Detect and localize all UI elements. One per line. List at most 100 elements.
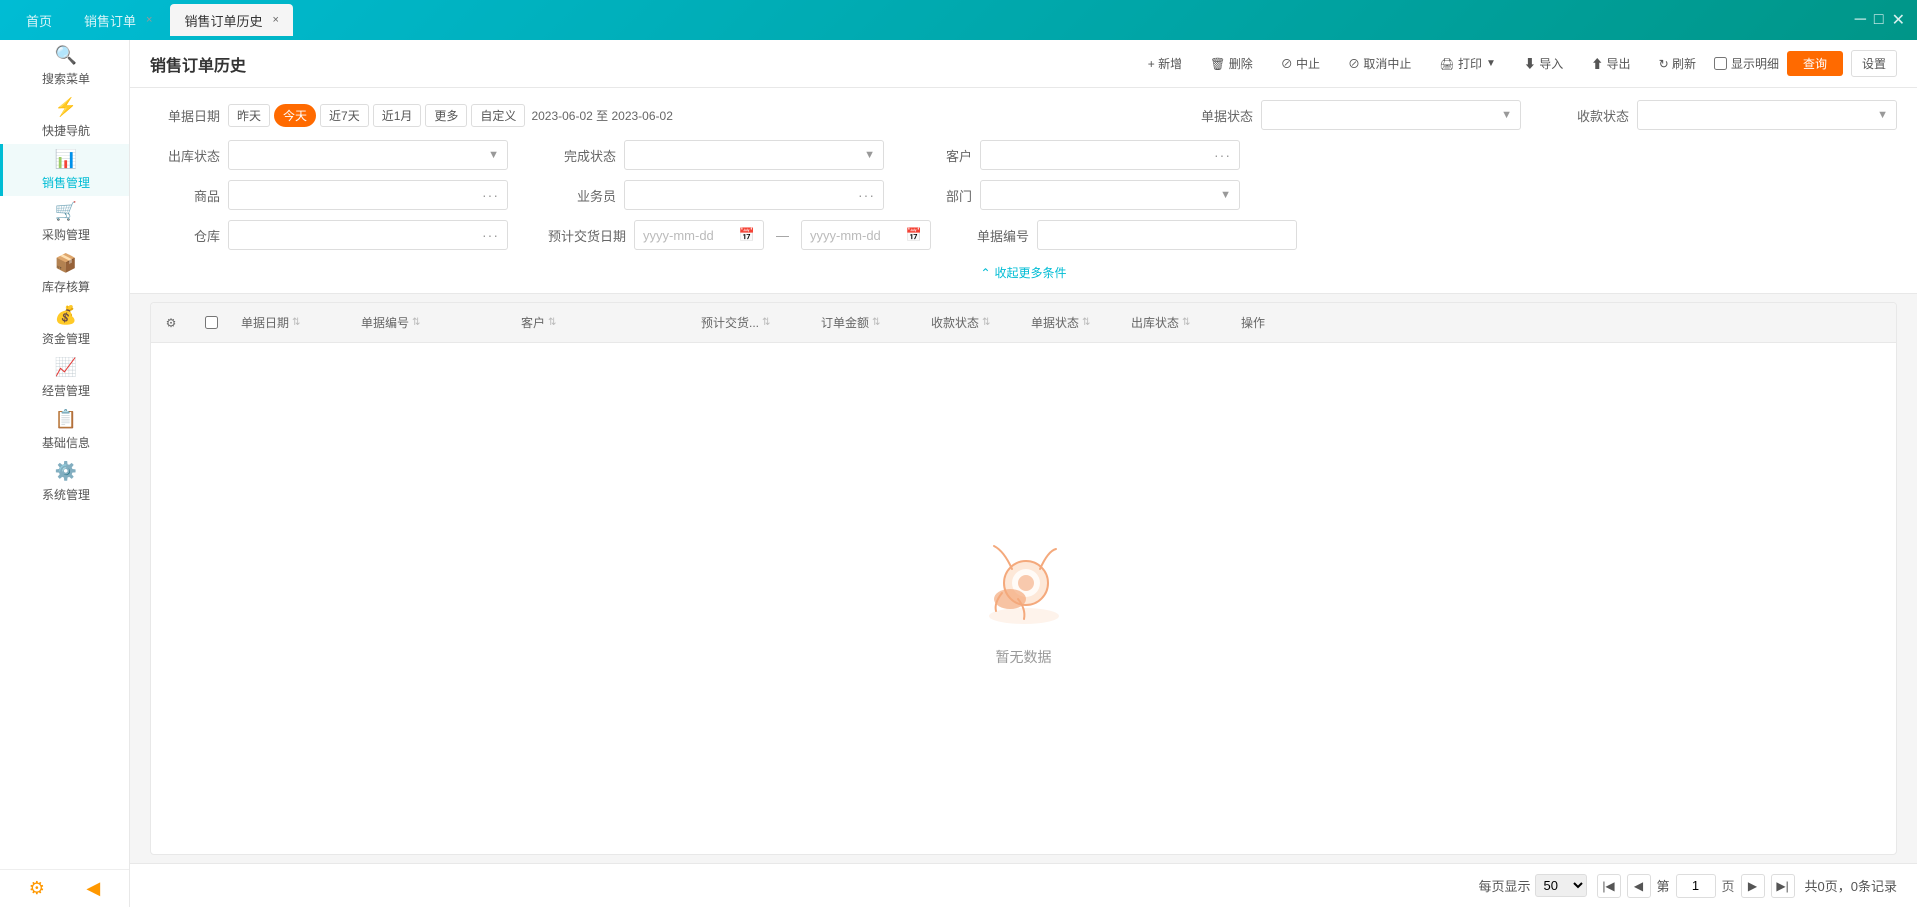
empty-icon (974, 531, 1074, 631)
warehouse-dots[interactable]: ··· (482, 227, 499, 243)
dept-input[interactable]: ▼ (980, 180, 1240, 210)
query-button[interactable]: 查询 (1787, 51, 1843, 76)
date-separator: — (772, 228, 793, 243)
delivery-date-from-input[interactable]: yyyy-mm-dd 📅 (634, 220, 764, 250)
sidebar-item-finance[interactable]: 💰 资金管理 (0, 300, 129, 352)
delete-button[interactable]: 🗑 删除 (1200, 51, 1263, 76)
sidebar-item-finance-label: 资金管理 (42, 330, 90, 347)
th-num[interactable]: 单据编号 ⇅ (351, 314, 511, 331)
warehouse-label: 仓库 (150, 226, 220, 245)
print-dropdown-icon[interactable]: ▼ (1486, 58, 1496, 69)
sidebar-item-operation-label: 经营管理 (42, 382, 90, 399)
top-bar: 首页 销售订单 × 销售订单历史 × ─ □ ✕ (0, 0, 1917, 40)
th-delivery[interactable]: 预计交货... ⇅ (691, 314, 811, 331)
pagination-next-btn[interactable]: ▶ (1741, 874, 1765, 898)
th-amount[interactable]: 订单金额 ⇅ (811, 314, 921, 331)
pagination-last-btn[interactable]: ▶| (1771, 874, 1795, 898)
delivery-date-to-input[interactable]: yyyy-mm-dd 📅 (801, 220, 931, 250)
th-customer[interactable]: 客户 ⇅ (511, 314, 691, 331)
th-num-label: 单据编号 (361, 314, 409, 331)
date-range-value: 2023-06-02 至 2023-06-02 (531, 107, 672, 124)
page-size-dropdown[interactable]: 10 20 50 100 (1535, 874, 1587, 897)
sidebar-item-sales[interactable]: 📊 销售管理 (0, 144, 129, 196)
sidebar-item-quicknav[interactable]: ⚡ 快捷导航 (0, 92, 129, 144)
sidebar-item-system[interactable]: ⚙️ 系统管理 (0, 456, 129, 508)
date-tag-1month[interactable]: 近1月 (373, 104, 422, 127)
show-cols-checkbox[interactable] (1714, 57, 1727, 70)
print-button[interactable]: 🖨 打印 ▼ (1429, 51, 1505, 76)
bill-status-input[interactable]: ▼ (1261, 100, 1521, 130)
th-payment[interactable]: 收款状态 ⇅ (921, 314, 1021, 331)
sidebar-item-quicknav-label: 快捷导航 (42, 122, 90, 139)
stock-out-arrow: ▼ (488, 149, 499, 161)
filter-row-4: 仓库 ··· 预计交货日期 yyyy-mm-dd 📅 — yyyy-mm-dd … (150, 220, 1897, 250)
th-delivery-sort-icon: ⇅ (762, 317, 770, 328)
sidebar-item-basic[interactable]: 📋 基础信息 (0, 404, 129, 456)
table-footer: 每页显示 10 20 50 100 |◀ ◀ 第 页 ▶ ▶| 共0页，0条记录 (130, 863, 1917, 907)
goods-label: 商品 (150, 186, 220, 205)
stop-button-label: ⊘ 中止 (1281, 55, 1320, 72)
page-title: 销售订单历史 (150, 52, 246, 76)
th-stock-out-label: 出库状态 (1131, 314, 1179, 331)
payment-status-input[interactable]: ▼ (1637, 100, 1897, 130)
date-tag-custom[interactable]: 自定义 (471, 104, 525, 127)
current-page-input[interactable] (1676, 874, 1716, 898)
tab-sales-order-history[interactable]: 销售订单历史 × (170, 4, 292, 36)
salesperson-input[interactable]: ··· (624, 180, 884, 210)
refresh-button-label: ↻ 刷新 (1659, 55, 1696, 72)
date-tag-yesterday[interactable]: 昨天 (228, 104, 270, 127)
sidebar-item-purchase[interactable]: 🛒 采购管理 (0, 196, 129, 248)
sidebar-item-inventory[interactable]: 📦 库存核算 (0, 248, 129, 300)
complete-status-label: 完成状态 (536, 146, 616, 165)
tab-sales-order[interactable]: 销售订单 × (70, 4, 166, 36)
stock-out-input[interactable]: ▼ (228, 140, 508, 170)
settings-button[interactable]: 设置 (1851, 50, 1897, 77)
salesperson-dots[interactable]: ··· (858, 187, 875, 203)
th-settings-icon: ⚙ (166, 316, 177, 330)
tab-sales-order-close[interactable]: × (146, 14, 152, 26)
goods-dots[interactable]: ··· (482, 187, 499, 203)
goods-input[interactable]: ··· (228, 180, 508, 210)
sidebar-collapse-icon[interactable]: ◀ (86, 878, 100, 899)
stock-out-label: 出库状态 (150, 146, 220, 165)
th-bill-status[interactable]: 单据状态 ⇅ (1021, 314, 1121, 331)
th-op-label: 操作 (1241, 314, 1265, 331)
th-stock-out[interactable]: 出库状态 ⇅ (1121, 314, 1231, 331)
purchase-icon: 🛒 (55, 201, 77, 222)
th-settings[interactable]: ⚙ (151, 316, 191, 330)
import-button[interactable]: ⬇ 导入 (1514, 51, 1573, 76)
tab-sales-order-history-close[interactable]: × (272, 14, 278, 26)
sidebar-settings-icon[interactable]: ⚙ (29, 878, 45, 899)
calendar-to-icon[interactable]: 📅 (906, 227, 922, 243)
warehouse-input[interactable]: ··· (228, 220, 508, 250)
page-header: 销售订单历史 + 新增 🗑 删除 ⊘ 中止 ⊘ 取消中止 🖨 打印 ▼ (130, 40, 1917, 88)
pagination-first-btn[interactable]: |◀ (1597, 874, 1621, 898)
th-check[interactable] (191, 316, 231, 329)
date-tag-more[interactable]: 更多 (425, 104, 467, 127)
calendar-from-icon[interactable]: 📅 (739, 227, 755, 243)
date-tag-7days[interactable]: 近7天 (320, 104, 369, 127)
export-button[interactable]: ⬆ 导出 (1581, 51, 1640, 76)
stop-button[interactable]: ⊘ 中止 (1271, 51, 1330, 76)
complete-status-input[interactable]: ▼ (624, 140, 884, 170)
customer-dots[interactable]: ··· (1214, 147, 1231, 163)
collapse-row[interactable]: ⌃ 收起更多条件 (150, 260, 1897, 281)
cancel-stop-button[interactable]: ⊘ 取消中止 (1338, 51, 1421, 76)
new-button[interactable]: + 新增 (1138, 51, 1192, 76)
window-close-icon[interactable]: ✕ (1892, 10, 1905, 30)
tab-home[interactable]: 首页 (12, 4, 66, 36)
pagination-prev-btn[interactable]: ◀ (1627, 874, 1651, 898)
window-minimize-icon[interactable]: ─ (1855, 11, 1866, 29)
dept-arrow: ▼ (1220, 189, 1231, 201)
window-maximize-icon[interactable]: □ (1874, 11, 1884, 29)
tab-home-label: 首页 (26, 11, 52, 30)
customer-input[interactable]: ··· (980, 140, 1240, 170)
refresh-button[interactable]: ↻ 刷新 (1649, 51, 1706, 76)
bill-number-input[interactable] (1037, 220, 1297, 250)
select-all-checkbox[interactable] (205, 316, 218, 329)
query-button-label: 查询 (1803, 55, 1827, 72)
sidebar-item-operation[interactable]: 📈 经营管理 (0, 352, 129, 404)
sidebar-item-search[interactable]: 🔍 搜索菜单 (0, 40, 129, 92)
date-tag-today[interactable]: 今天 (274, 104, 316, 127)
th-date[interactable]: 单据日期 ⇅ (231, 314, 351, 331)
